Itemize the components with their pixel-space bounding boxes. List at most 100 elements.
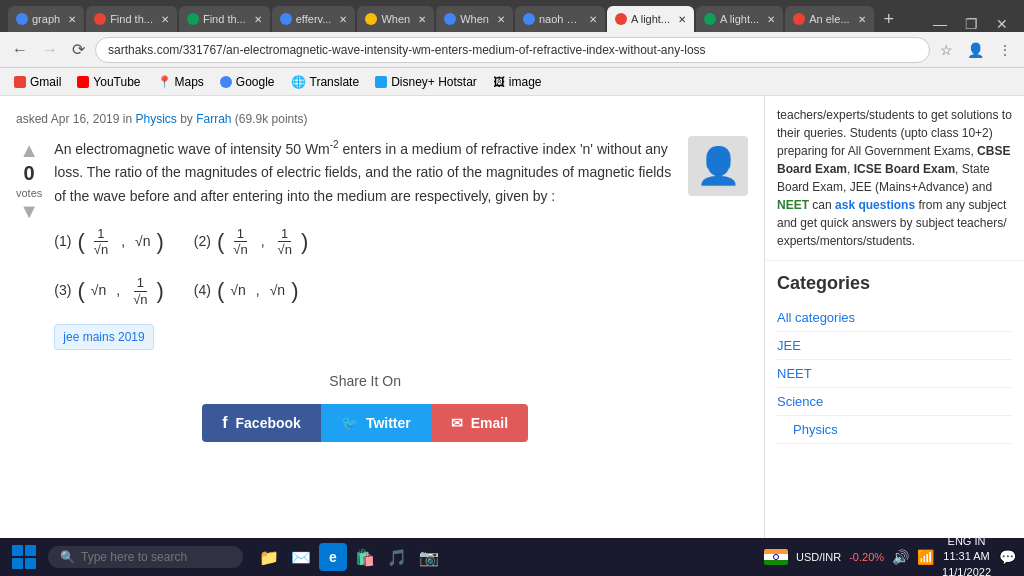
option-2: (2) ( 1 √n , 1 √n ) (194, 223, 308, 260)
currency-label: USD/INR (796, 551, 841, 563)
tab-find1[interactable]: Find th... ✕ (86, 6, 177, 32)
categories-section: Categories All categories JEE NEET Scien… (765, 261, 1024, 456)
main-area: asked Apr 16, 2019 in Physics by Farrah … (0, 96, 1024, 538)
category-science[interactable]: Science (777, 388, 1012, 416)
tab-close-graph[interactable]: ✕ (68, 14, 76, 25)
option-4: (4) ( √n , √n ) (194, 272, 299, 309)
tab-close-when2[interactable]: ✕ (497, 14, 505, 25)
question-meta: asked Apr 16, 2019 in Physics by Farrah … (16, 112, 748, 126)
tab-close-efferv[interactable]: ✕ (339, 14, 347, 25)
vote-section: ▲ 0 votes ▼ (16, 140, 42, 221)
tab-close-anele[interactable]: ✕ (858, 14, 866, 25)
share-twitter-button[interactable]: 🐦 Twitter (321, 404, 431, 442)
bookmark-google[interactable]: Google (214, 73, 281, 91)
bookmark-disney[interactable]: Disney+ Hotstar (369, 73, 483, 91)
taskbar-apps: 📁 ✉️ e 🛍️ 🎵 📷 (255, 543, 443, 571)
taskbar-right: USD/INR -0.20% 🔊 📶 ENG IN 11:31 AM 11/1/… (764, 534, 1016, 576)
user-avatar: 👤 (688, 136, 748, 196)
bookmark-gmail[interactable]: Gmail (8, 73, 67, 91)
tab-close-find1[interactable]: ✕ (161, 14, 169, 25)
share-facebook-button[interactable]: f Facebook (202, 404, 321, 442)
currency-change: -0.20% (849, 551, 884, 563)
bookmark-image[interactable]: 🖼 image (487, 73, 548, 91)
author-link[interactable]: Farrah (196, 112, 231, 126)
taskbar-search[interactable]: 🔍 (48, 546, 243, 568)
tab-close-alight1[interactable]: ✕ (678, 14, 686, 25)
taskbar-app-store[interactable]: 🛍️ (351, 543, 379, 571)
votes-label: votes (16, 187, 42, 199)
question-body: An electromagnetic wave of intensity 50 … (54, 136, 676, 442)
tab-close-find2[interactable]: ✕ (254, 14, 262, 25)
browser-tab-bar: graph ✕ Find th... ✕ Find th... ✕ efferv… (0, 0, 1024, 32)
volume-icon[interactable]: 🔊 (892, 549, 909, 565)
address-bar-row: ← → ⟳ ☆ 👤 ⋮ (0, 32, 1024, 68)
right-sidebar: teachers/experts/students to get solutio… (764, 96, 1024, 538)
share-title: Share It On (54, 370, 676, 394)
categories-title: Categories (777, 273, 1012, 294)
email-icon: ✉ (451, 415, 463, 431)
taskbar-app-edge[interactable]: e (319, 543, 347, 571)
bookmark-maps[interactable]: 📍 Maps (151, 73, 210, 91)
downvote-button[interactable]: ▼ (19, 201, 39, 221)
tab-alight1[interactable]: A light... ✕ (607, 6, 694, 32)
current-date: 11/1/2022 (942, 565, 991, 576)
lang-indicator: ENG IN (942, 534, 991, 549)
twitter-icon: 🐦 (341, 415, 358, 431)
tab-graph[interactable]: graph ✕ (8, 6, 84, 32)
address-input[interactable] (95, 37, 930, 63)
option-3: (3) ( √n , 1 √n ) (54, 272, 164, 309)
question-content: asked Apr 16, 2019 in Physics by Farrah … (0, 96, 764, 538)
category-physics[interactable]: Physics (777, 416, 1012, 444)
search-input[interactable] (81, 550, 231, 564)
reload-button[interactable]: ⟳ (68, 38, 89, 61)
author-points: (69.9k points) (235, 112, 308, 126)
current-time: 11:31 AM (942, 549, 991, 564)
taskbar-time: ENG IN 11:31 AM 11/1/2022 (942, 534, 991, 576)
forward-button[interactable]: → (38, 39, 62, 61)
bookmark-translate[interactable]: 🌐 Translate (285, 73, 366, 91)
taskbar-app-photos[interactable]: 📷 (415, 543, 443, 571)
tab-when2[interactable]: When ✕ (436, 6, 513, 32)
taskbar-app-explorer[interactable]: 📁 (255, 543, 283, 571)
bookmark-youtube[interactable]: YouTube (71, 73, 146, 91)
india-flag (764, 549, 788, 565)
option-1: (1) ( 1 √n , √n ) (54, 223, 164, 260)
notification-icon[interactable]: 💬 (999, 549, 1016, 565)
share-email-button[interactable]: ✉ Email (431, 404, 528, 442)
taskbar-app-mail[interactable]: ✉️ (287, 543, 315, 571)
upvote-button[interactable]: ▲ (19, 140, 39, 160)
tab-naoh[interactable]: naoh &... ✕ (515, 6, 605, 32)
bookmarks-bar: Gmail YouTube 📍 Maps Google 🌐 Translate … (0, 68, 1024, 96)
window-restore[interactable]: ❐ (957, 16, 986, 32)
taskbar-app-spotify[interactable]: 🎵 (383, 543, 411, 571)
bookmark-icon[interactable]: ☆ (936, 38, 957, 62)
tab-alight2[interactable]: A light... ✕ (696, 6, 783, 32)
tab-find2[interactable]: Find th... ✕ (179, 6, 270, 32)
taskbar: 🔍 📁 ✉️ e 🛍️ 🎵 📷 USD/INR -0.20% 🔊 📶 ENG I… (0, 538, 1024, 576)
category-neet[interactable]: NEET (777, 360, 1012, 388)
facebook-icon: f (222, 414, 227, 432)
back-button[interactable]: ← (8, 39, 32, 61)
menu-icon[interactable]: ⋮ (994, 38, 1016, 62)
tab-close-when1[interactable]: ✕ (418, 14, 426, 25)
window-close[interactable]: ✕ (988, 16, 1016, 32)
network-icon[interactable]: 📶 (917, 549, 934, 565)
tab-add-button[interactable]: + (876, 9, 903, 30)
window-minimize[interactable]: — (925, 16, 955, 32)
subject-link[interactable]: Physics (135, 112, 176, 126)
vote-count: 0 (24, 162, 35, 185)
math-options: (1) ( 1 √n , √n ) (2) ( (54, 223, 676, 310)
asked-date: Apr 16, 2019 (51, 112, 120, 126)
tab-close-naoh[interactable]: ✕ (589, 14, 597, 25)
tab-close-alight2[interactable]: ✕ (767, 14, 775, 25)
category-jee[interactable]: JEE (777, 332, 1012, 360)
question-tag[interactable]: jee mains 2019 (54, 324, 153, 350)
tab-when1[interactable]: When ✕ (357, 6, 434, 32)
category-all[interactable]: All categories (777, 304, 1012, 332)
tab-efferv[interactable]: efferv... ✕ (272, 6, 356, 32)
tab-anele[interactable]: An ele... ✕ (785, 6, 873, 32)
sidebar-description: teachers/experts/students to get solutio… (765, 96, 1024, 261)
profile-icon[interactable]: 👤 (963, 38, 988, 62)
start-button[interactable] (8, 541, 40, 573)
search-icon: 🔍 (60, 550, 75, 564)
